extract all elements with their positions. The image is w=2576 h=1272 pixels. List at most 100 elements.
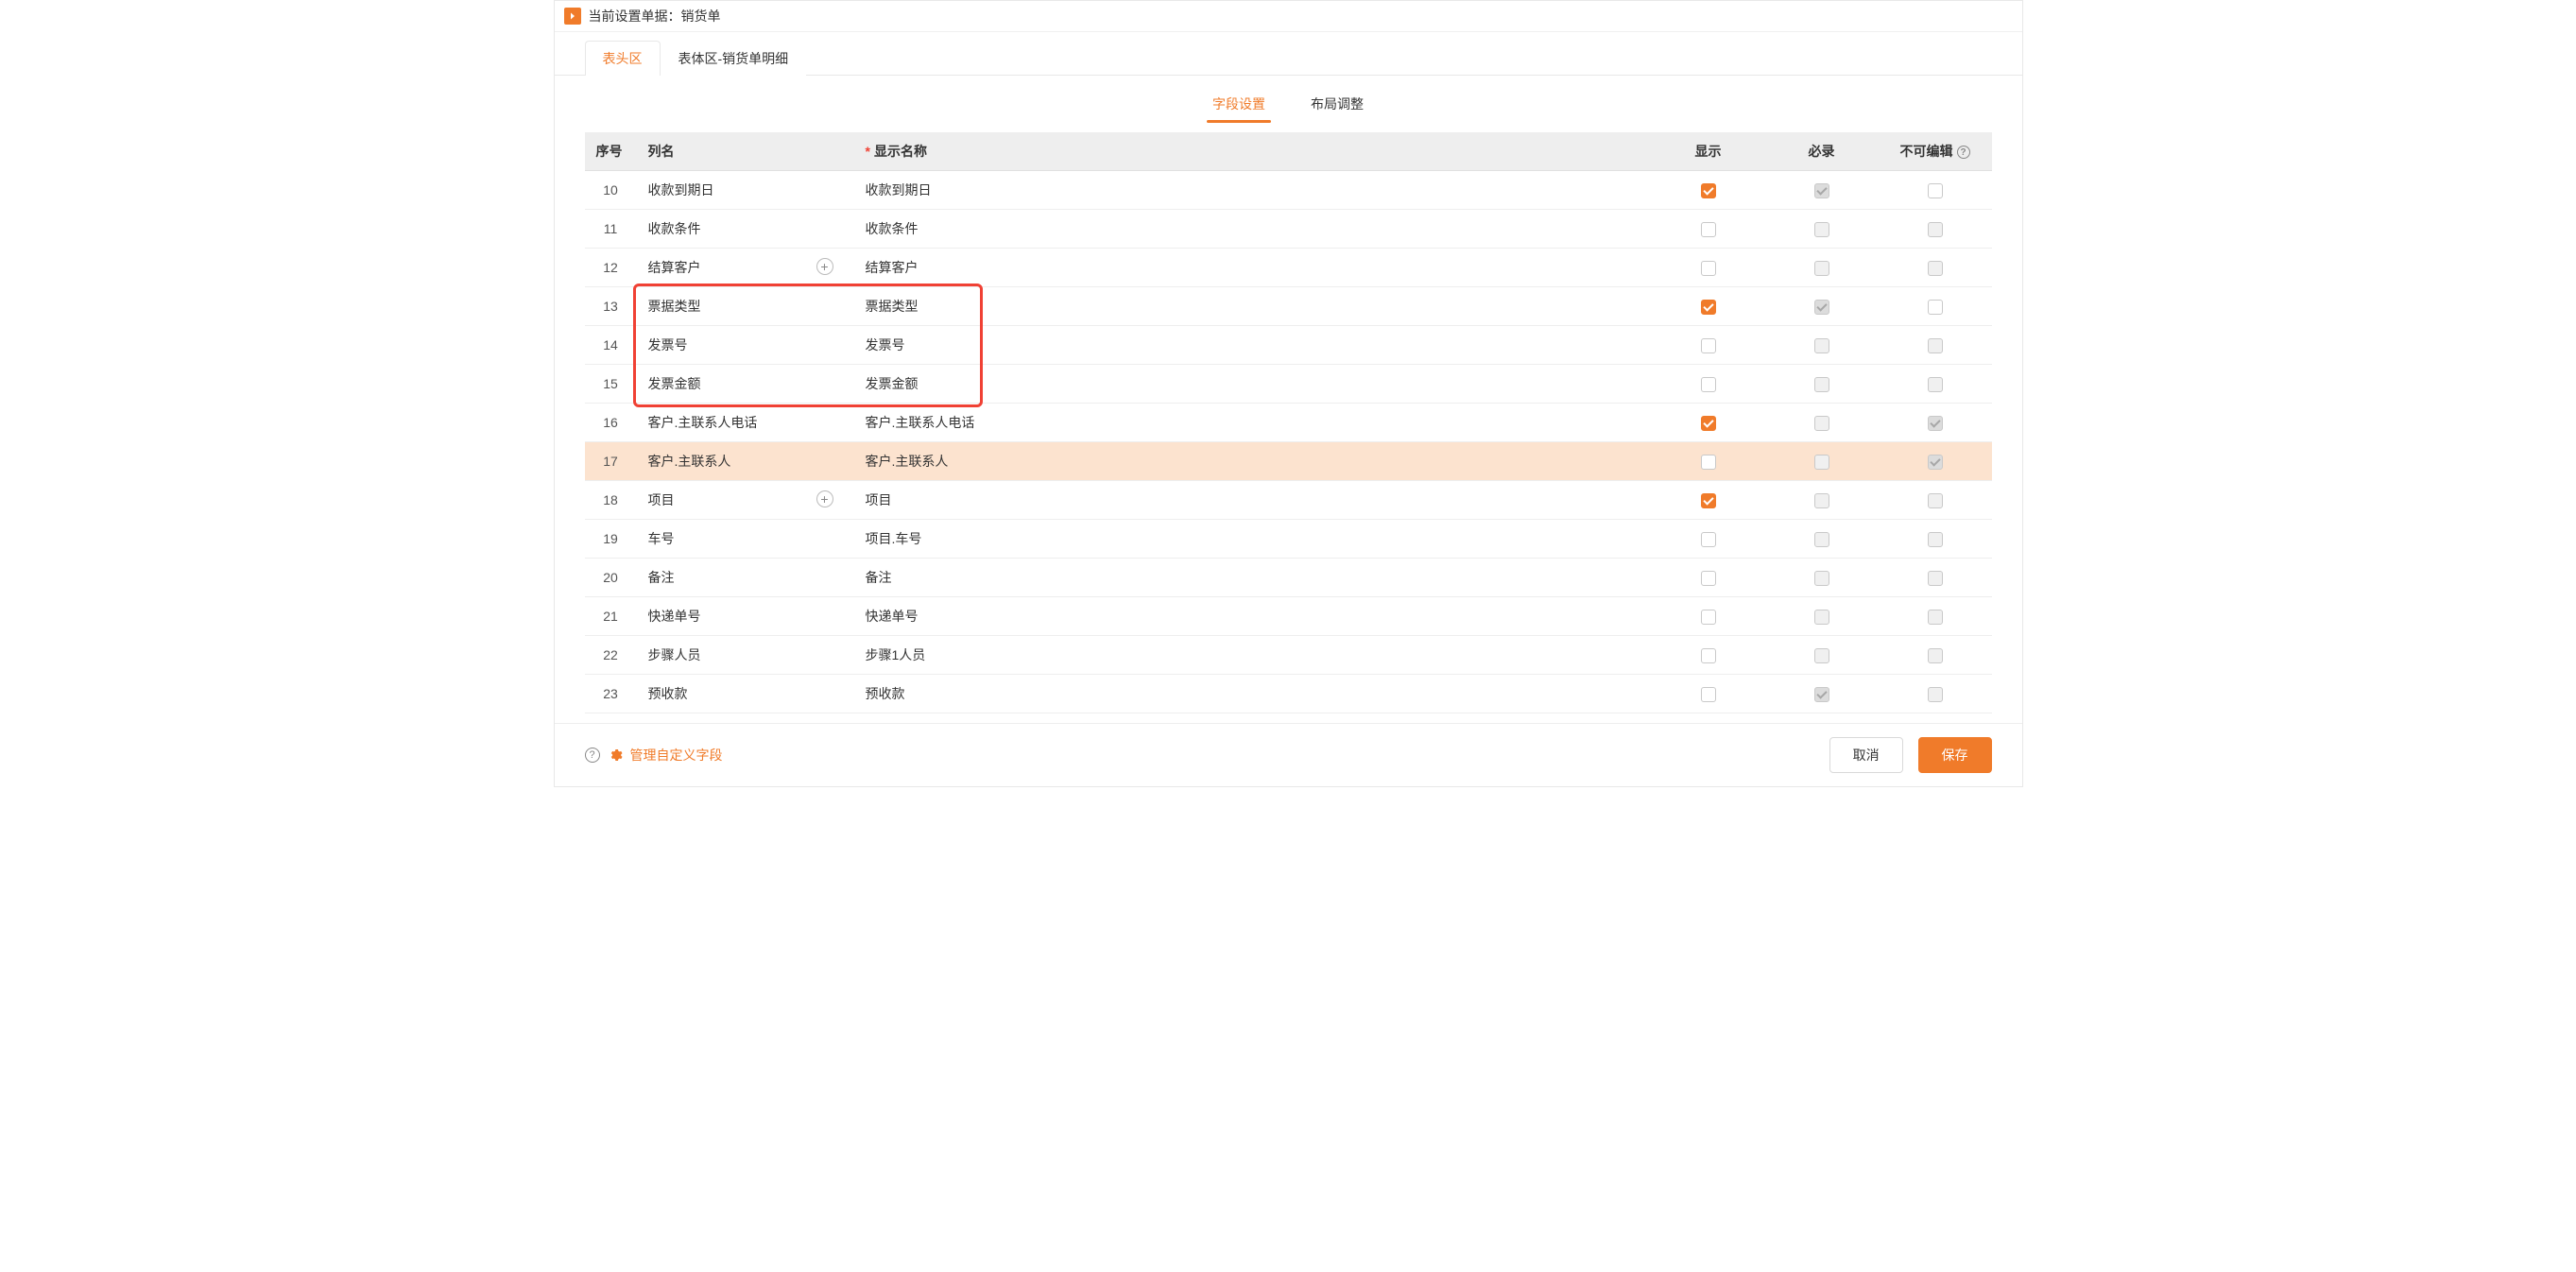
checkbox-show[interactable]: [1701, 183, 1716, 198]
checkbox-required: [1814, 455, 1829, 470]
cell-displayname[interactable]: 步骤1人员: [854, 636, 1652, 675]
footer-right: 取消 保存: [1829, 737, 1992, 773]
colname-text: 票据类型: [648, 299, 701, 314]
checkbox-required: [1814, 610, 1829, 625]
cell-colname: 车号: [637, 520, 854, 559]
checkbox-show[interactable]: [1701, 300, 1716, 315]
cell-displayname[interactable]: 票据类型: [854, 287, 1652, 326]
cell-displayname[interactable]: 预收款: [854, 675, 1652, 713]
cancel-button[interactable]: 取消: [1829, 737, 1903, 773]
cell-show: [1652, 636, 1765, 675]
cell-displayname[interactable]: 结算客户: [854, 249, 1652, 287]
cell-displayname[interactable]: 备注: [854, 559, 1652, 597]
table-row: 23预收款预收款: [585, 675, 1992, 713]
cell-show: [1652, 404, 1765, 442]
cell-required: [1765, 442, 1879, 481]
colname-text: 发票号: [648, 337, 688, 352]
cell-seq: 21: [585, 597, 637, 636]
table-row: 21快递单号快递单号: [585, 597, 1992, 636]
checkbox-required: [1814, 338, 1829, 353]
checkbox-required: [1814, 532, 1829, 547]
cell-seq: 10: [585, 171, 637, 210]
cell-seq: 23: [585, 675, 637, 713]
checkbox-readonly: [1928, 222, 1943, 237]
colname-text: 车号: [648, 531, 675, 546]
checkbox-show[interactable]: [1701, 648, 1716, 663]
outer-tab-1[interactable]: 表体区-销货单明细: [661, 41, 807, 76]
checkbox-show[interactable]: [1701, 338, 1716, 353]
cell-colname: 结算客户 +: [637, 249, 854, 287]
cell-displayname[interactable]: 客户.主联系人电话: [854, 404, 1652, 442]
checkbox-required: [1814, 687, 1829, 702]
cell-readonly: [1879, 249, 1992, 287]
help-icon[interactable]: ?: [585, 748, 600, 763]
th-readonly-label: 不可编辑: [1900, 144, 1953, 159]
cell-show: [1652, 675, 1765, 713]
cell-show: [1652, 597, 1765, 636]
cell-displayname[interactable]: 项目.车号: [854, 520, 1652, 559]
table-body: 10收款到期日收款到期日11收款条件收款条件12结算客户+结算客户13票据类型票…: [585, 171, 1992, 713]
th-display-label: 显示名称: [874, 144, 927, 159]
cell-required: [1765, 404, 1879, 442]
colname-text: 发票金额: [648, 376, 701, 391]
table-row: 11收款条件收款条件: [585, 210, 1992, 249]
cell-displayname[interactable]: 快递单号: [854, 597, 1652, 636]
save-button[interactable]: 保存: [1918, 737, 1992, 773]
cell-displayname[interactable]: 收款到期日: [854, 171, 1652, 210]
checkbox-show[interactable]: [1701, 455, 1716, 470]
checkbox-readonly: [1928, 687, 1943, 702]
collapse-button[interactable]: [564, 8, 581, 25]
chevron-right-icon: [567, 10, 578, 22]
checkbox-show[interactable]: [1701, 493, 1716, 508]
checkbox-show[interactable]: [1701, 687, 1716, 702]
colname-text: 收款条件: [648, 221, 701, 236]
cell-required: [1765, 559, 1879, 597]
cell-displayname[interactable]: 收款条件: [854, 210, 1652, 249]
cell-seq: 19: [585, 520, 637, 559]
expand-plus-button[interactable]: +: [816, 490, 833, 507]
page-container: 当前设置单据：销货单 表头区表体区-销货单明细 字段设置布局调整 序号 列名 *…: [554, 0, 2023, 787]
colname-text: 客户.主联系人电话: [648, 415, 758, 430]
checkbox-required: [1814, 222, 1829, 237]
th-readonly: 不可编辑?: [1879, 132, 1992, 171]
cell-readonly: [1879, 404, 1992, 442]
table-row: 17客户.主联系人客户.主联系人: [585, 442, 1992, 481]
checkbox-readonly[interactable]: [1928, 300, 1943, 315]
checkbox-show[interactable]: [1701, 571, 1716, 586]
checkbox-show[interactable]: [1701, 222, 1716, 237]
colname-text: 客户.主联系人: [648, 454, 731, 469]
cell-readonly: [1879, 597, 1992, 636]
help-icon[interactable]: ?: [1957, 146, 1970, 159]
checkbox-show[interactable]: [1701, 416, 1716, 431]
cell-readonly: [1879, 520, 1992, 559]
sub-tab-1[interactable]: 布局调整: [1297, 87, 1377, 121]
sub-tabs: 字段设置布局调整: [555, 76, 2022, 121]
checkbox-readonly: [1928, 493, 1943, 508]
sub-tab-0[interactable]: 字段设置: [1199, 87, 1279, 121]
checkbox-readonly: [1928, 416, 1943, 431]
cell-required: [1765, 481, 1879, 520]
cell-displayname[interactable]: 项目: [854, 481, 1652, 520]
manage-custom-fields-link[interactable]: 管理自定义字段: [630, 746, 723, 765]
cell-displayname[interactable]: 客户.主联系人: [854, 442, 1652, 481]
checkbox-readonly[interactable]: [1928, 183, 1943, 198]
expand-plus-button[interactable]: +: [816, 258, 833, 275]
cell-colname: 项目+: [637, 481, 854, 520]
cell-displayname[interactable]: 发票号: [854, 326, 1652, 365]
outer-tab-0[interactable]: 表头区: [585, 41, 661, 76]
checkbox-required: [1814, 648, 1829, 663]
colname-text: 结算客户: [648, 260, 701, 275]
checkbox-show[interactable]: [1701, 377, 1716, 392]
cell-show: [1652, 365, 1765, 404]
checkbox-show[interactable]: [1701, 610, 1716, 625]
cell-seq: 22: [585, 636, 637, 675]
topbar: 当前设置单据：销货单: [555, 1, 2022, 32]
th-display: * 显示名称: [854, 132, 1652, 171]
table-row: 18项目+项目: [585, 481, 1992, 520]
cell-required: [1765, 326, 1879, 365]
cell-displayname[interactable]: 发票金额: [854, 365, 1652, 404]
checkbox-show[interactable]: [1701, 261, 1716, 276]
required-star-icon: *: [866, 144, 870, 159]
checkbox-required: [1814, 416, 1829, 431]
checkbox-show[interactable]: [1701, 532, 1716, 547]
